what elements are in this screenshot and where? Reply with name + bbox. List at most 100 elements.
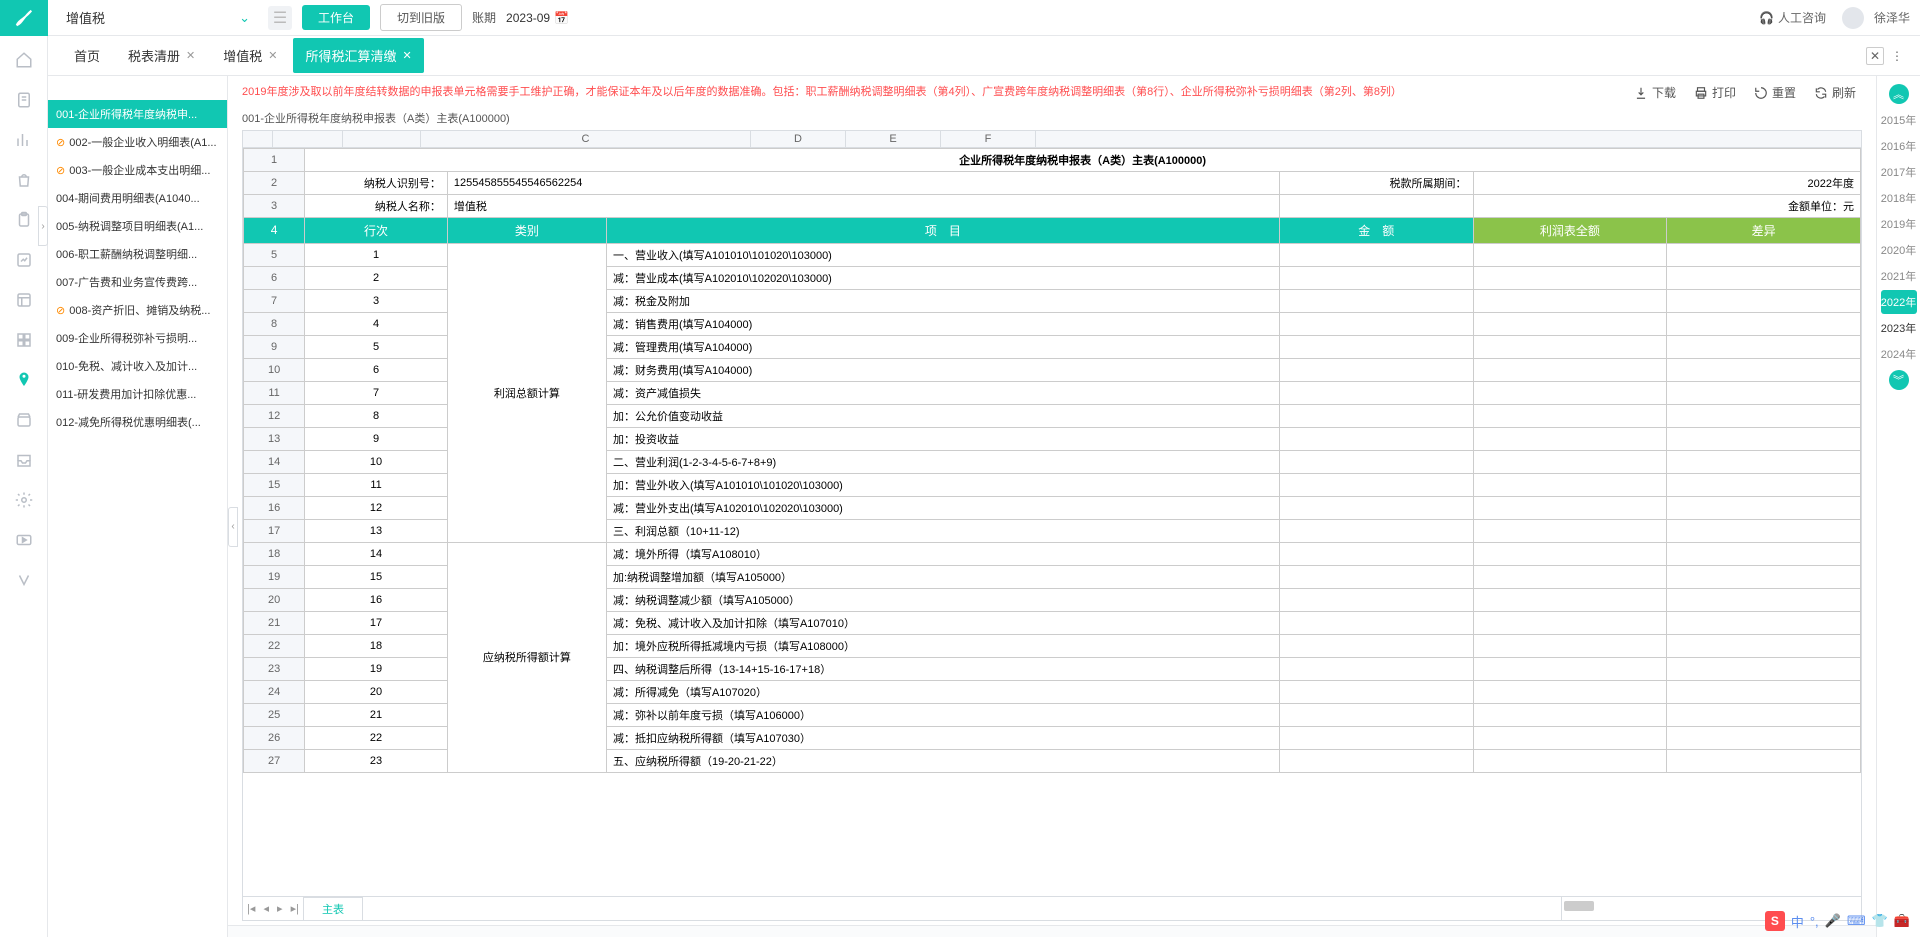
- form-list-item[interactable]: ⊘002-一般企业收入明细表(A1...: [48, 128, 227, 156]
- form-list-item[interactable]: ⊘003-一般企业成本支出明细...: [48, 156, 227, 184]
- cell[interactable]: [1473, 657, 1667, 680]
- cell[interactable]: [1667, 680, 1861, 703]
- cell[interactable]: [1473, 726, 1667, 749]
- cell[interactable]: [1279, 726, 1473, 749]
- cell[interactable]: [1473, 473, 1667, 496]
- cell[interactable]: [1667, 427, 1861, 450]
- cell[interactable]: [1667, 657, 1861, 680]
- form-list-item[interactable]: 004-期间费用明细表(A1040...: [48, 184, 227, 212]
- cell[interactable]: [1473, 312, 1667, 335]
- form-list-item[interactable]: 012-减免所得税优惠明细表(...: [48, 408, 227, 436]
- cell[interactable]: [1667, 588, 1861, 611]
- avatar[interactable]: [1842, 7, 1864, 29]
- year-option[interactable]: 2024年: [1881, 342, 1917, 366]
- cell[interactable]: [1667, 312, 1861, 335]
- year-option[interactable]: 2021年: [1881, 264, 1917, 288]
- nav-grid-icon[interactable]: [14, 330, 34, 350]
- ime-punct-icon[interactable]: °,: [1810, 914, 1819, 929]
- nav-home-icon[interactable]: [14, 50, 34, 70]
- cell[interactable]: [1279, 404, 1473, 427]
- cell[interactable]: [1473, 680, 1667, 703]
- year-down-icon[interactable]: ︾: [1889, 370, 1909, 390]
- cell[interactable]: [1473, 427, 1667, 450]
- collapse-right-handle[interactable]: ›: [38, 206, 48, 246]
- form-list-item[interactable]: 001-企业所得税年度纳税申...: [48, 100, 227, 128]
- cell[interactable]: [1473, 496, 1667, 519]
- cell[interactable]: [1473, 611, 1667, 634]
- cell[interactable]: [1667, 634, 1861, 657]
- cell[interactable]: [1667, 404, 1861, 427]
- tab-3[interactable]: 所得税汇算清缴✕: [293, 38, 423, 73]
- close-all-tabs-icon[interactable]: ✕: [1866, 47, 1884, 65]
- nav-bag-icon[interactable]: [14, 170, 34, 190]
- nav-archive-icon[interactable]: [14, 410, 34, 430]
- h-scrollbar[interactable]: [1564, 901, 1594, 911]
- close-icon[interactable]: ✕: [403, 49, 412, 62]
- cell[interactable]: [1473, 588, 1667, 611]
- reset-button[interactable]: 重置: [1754, 84, 1796, 101]
- collapse-left-handle[interactable]: ‹: [228, 507, 238, 547]
- cell[interactable]: [1279, 542, 1473, 565]
- workspace-button[interactable]: 工作台: [302, 5, 370, 30]
- cell[interactable]: [1667, 519, 1861, 542]
- nav-settings-icon[interactable]: [14, 490, 34, 510]
- sheet-tab-main[interactable]: 主表: [303, 897, 363, 920]
- cell[interactable]: [1473, 519, 1667, 542]
- nav-template-icon[interactable]: [14, 290, 34, 310]
- cell[interactable]: [1279, 335, 1473, 358]
- cell[interactable]: [1279, 634, 1473, 657]
- cell[interactable]: [1473, 450, 1667, 473]
- year-option[interactable]: 2020年: [1881, 238, 1917, 262]
- cell[interactable]: [1667, 611, 1861, 634]
- switch-old-button[interactable]: 切到旧版: [380, 4, 462, 31]
- cell[interactable]: [1473, 335, 1667, 358]
- cell[interactable]: [1279, 703, 1473, 726]
- cell[interactable]: [1473, 266, 1667, 289]
- ime-skin-icon[interactable]: 👕: [1872, 913, 1888, 929]
- year-option[interactable]: 2016年: [1881, 134, 1917, 158]
- cell[interactable]: [1279, 266, 1473, 289]
- cell[interactable]: [1473, 289, 1667, 312]
- list-toggle-icon[interactable]: ☰: [268, 6, 292, 30]
- nav-doc-icon[interactable]: [14, 90, 34, 110]
- cell[interactable]: [1667, 703, 1861, 726]
- close-icon[interactable]: ✕: [186, 49, 195, 62]
- cell[interactable]: [1667, 358, 1861, 381]
- cell[interactable]: [1667, 450, 1861, 473]
- period-picker[interactable]: 2023-09 📅: [506, 11, 569, 25]
- nav-v-icon[interactable]: [14, 570, 34, 590]
- cell[interactable]: [1279, 473, 1473, 496]
- refresh-button[interactable]: 刷新: [1814, 84, 1856, 101]
- cell[interactable]: [1667, 749, 1861, 772]
- cell[interactable]: [1279, 450, 1473, 473]
- year-option[interactable]: 2015年: [1881, 108, 1917, 132]
- cell[interactable]: [1279, 611, 1473, 634]
- cell[interactable]: [1473, 358, 1667, 381]
- consult-link[interactable]: 🎧 人工咨询: [1759, 9, 1826, 26]
- nav-report-icon[interactable]: [14, 250, 34, 270]
- form-list-item[interactable]: 007-广告费和业务宣传费跨...: [48, 268, 227, 296]
- form-list-item[interactable]: 010-免税、减计收入及加计...: [48, 352, 227, 380]
- cell[interactable]: [1279, 427, 1473, 450]
- year-option[interactable]: 2017年: [1881, 160, 1917, 184]
- cell[interactable]: [1279, 289, 1473, 312]
- tab-2[interactable]: 增值税✕: [211, 38, 289, 73]
- cell[interactable]: [1473, 634, 1667, 657]
- company-selector[interactable]: 增值税 ⌄: [58, 8, 258, 27]
- cell[interactable]: [1279, 588, 1473, 611]
- sheet-nav-controls[interactable]: |◂◂▸▸|: [243, 902, 303, 915]
- nav-clipboard-icon[interactable]: [14, 210, 34, 230]
- cell[interactable]: [1667, 266, 1861, 289]
- cell[interactable]: [1279, 496, 1473, 519]
- cell[interactable]: [1279, 312, 1473, 335]
- cell[interactable]: [1473, 404, 1667, 427]
- year-up-icon[interactable]: ︽: [1889, 84, 1909, 104]
- cell[interactable]: [1473, 565, 1667, 588]
- cell[interactable]: [1667, 243, 1861, 266]
- cell[interactable]: [1279, 243, 1473, 266]
- form-list-item[interactable]: 009-企业所得税弥补亏损明...: [48, 324, 227, 352]
- cell[interactable]: [1473, 542, 1667, 565]
- cell[interactable]: [1667, 726, 1861, 749]
- cell[interactable]: [1473, 749, 1667, 772]
- nav-video-icon[interactable]: [14, 530, 34, 550]
